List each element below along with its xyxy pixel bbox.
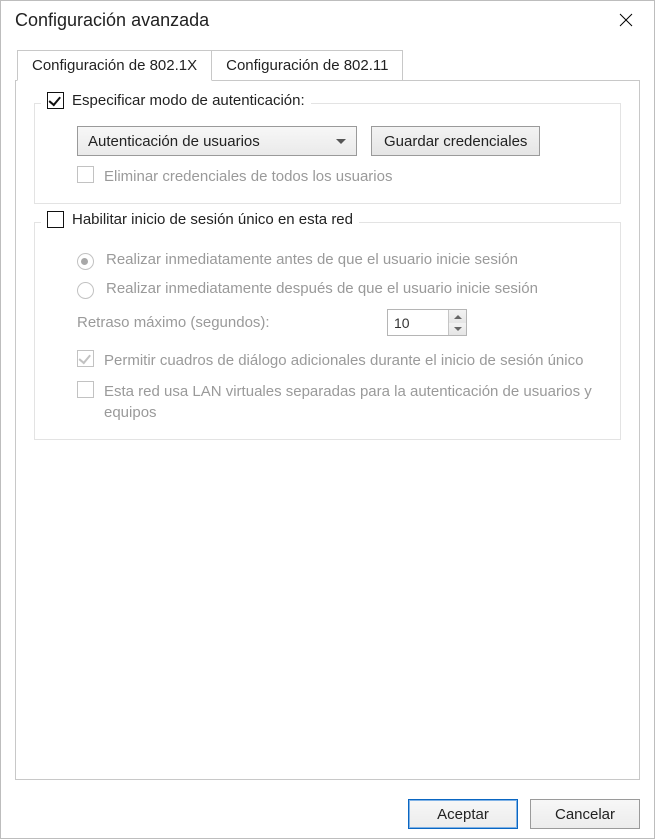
delete-credentials-label: Eliminar credenciales de todos los usuar… xyxy=(104,166,392,187)
auth-mode-select[interactable]: Autenticación de usuarios xyxy=(77,126,357,156)
tab-8021x[interactable]: Configuración de 802.1X xyxy=(17,50,212,81)
save-credentials-button[interactable]: Guardar credenciales xyxy=(371,126,540,156)
client-area: Configuración de 802.1X Configuración de… xyxy=(1,39,654,790)
max-delay-spinner: 10 xyxy=(387,309,467,336)
radio-before-logon-label: Realizar inmediatamente antes de que el … xyxy=(106,251,518,268)
close-icon xyxy=(619,13,633,27)
ok-button[interactable]: Aceptar xyxy=(408,799,518,829)
radio-after-logon-label: Realizar inmediatamente después de que e… xyxy=(106,280,538,297)
chevron-up-icon xyxy=(454,315,462,319)
dialog-button-row: Aceptar Cancelar xyxy=(1,790,654,838)
radio-before-logon xyxy=(77,253,94,270)
vlan-label: Esta red usa LAN virtuales separadas par… xyxy=(104,381,602,423)
spinner-down-button xyxy=(449,323,466,336)
chevron-down-icon xyxy=(336,139,346,144)
window-title: Configuración avanzada xyxy=(15,10,610,31)
tab-strip: Configuración de 802.1X Configuración de… xyxy=(17,50,640,81)
delete-credentials-checkbox xyxy=(77,166,94,183)
tab-80211[interactable]: Configuración de 802.11 xyxy=(212,50,403,81)
tab-page-8021x: Especificar modo de autenticación: Auten… xyxy=(15,80,640,780)
auth-mode-group: Especificar modo de autenticación: Auten… xyxy=(34,103,621,204)
allow-dialogs-label: Permitir cuadros de diálogo adicionales … xyxy=(104,350,583,371)
enable-sso-label: Habilitar inicio de sesión único en esta… xyxy=(72,211,353,228)
spinner-up-button xyxy=(449,310,466,323)
cancel-button[interactable]: Cancelar xyxy=(530,799,640,829)
max-delay-label: Retraso máximo (segundos): xyxy=(77,314,387,331)
enable-sso-checkbox[interactable] xyxy=(47,211,64,228)
radio-after-logon xyxy=(77,282,94,299)
specify-auth-checkbox[interactable] xyxy=(47,92,64,109)
auth-mode-value: Autenticación de usuarios xyxy=(88,133,260,150)
chevron-down-icon xyxy=(454,327,462,331)
single-signon-group: Habilitar inicio de sesión único en esta… xyxy=(34,222,621,440)
advanced-config-dialog: Configuración avanzada Configuración de … xyxy=(0,0,655,839)
specify-auth-label: Especificar modo de autenticación: xyxy=(72,92,305,109)
vlan-checkbox xyxy=(77,381,94,398)
max-delay-value: 10 xyxy=(388,310,448,335)
allow-dialogs-checkbox xyxy=(77,350,94,367)
close-button[interactable] xyxy=(610,4,642,36)
title-bar: Configuración avanzada xyxy=(1,1,654,39)
